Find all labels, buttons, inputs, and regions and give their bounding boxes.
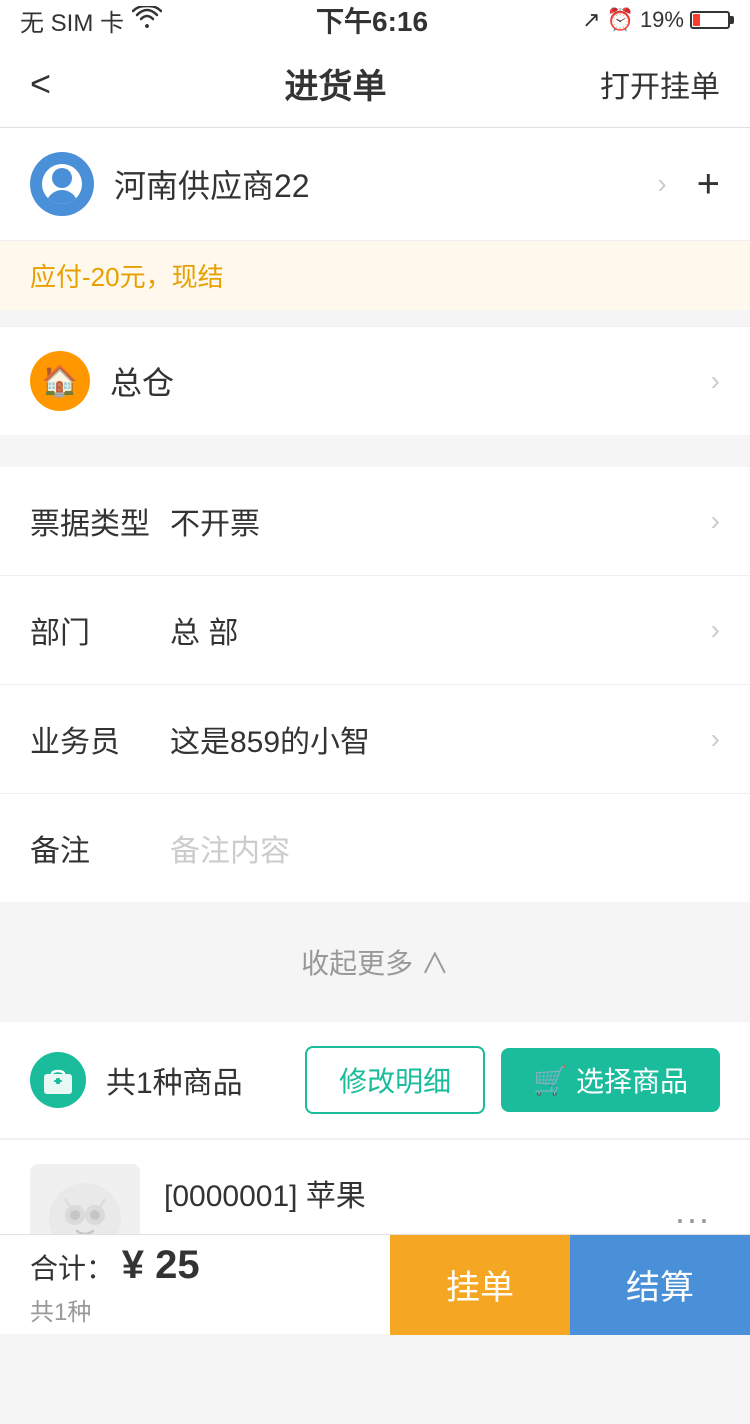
main-content: 河南供应商22 › + 应付-20元，现结 🏠 总仓 › 票据类型 不开票 › … [0,128,750,1424]
salesman-row[interactable]: 业务员 这是859的小智 › [0,685,750,794]
warehouse-chevron-icon: › [711,365,720,397]
dept-label: 部门 [30,608,170,652]
open-hang-button[interactable]: 打开挂单 [600,62,720,106]
form-section: 票据类型 不开票 › 部门 总 部 › 业务员 这是859的小智 › 备注 备注… [0,467,750,902]
warehouse-name: 总仓 [110,358,711,404]
status-bar: 无 SIM 卡 下午6:16 ↗ ⏰ 19% [0,0,750,40]
status-left: 无 SIM 卡 [20,3,162,38]
footer-total-amount: ¥ 25 [122,1243,200,1287]
collapse-button[interactable]: 收起更多 ∧ [0,918,750,1006]
footer-total-label: 合计： [30,1253,114,1284]
checkout-button[interactable]: 结算 [570,1235,750,1335]
select-products-button[interactable]: 🛒 选择商品 [501,1048,720,1112]
footer-total: 合计： ¥ 25 共1种 [0,1243,390,1327]
dept-chevron-icon: › [711,614,720,646]
dept-row[interactable]: 部门 总 部 › [0,576,750,685]
supplier-section: 河南供应商22 › + 应付-20元，现结 [0,128,750,310]
supplier-row[interactable]: 河南供应商22 › + [0,128,750,241]
carrier-label: 无 SIM 卡 [20,3,124,38]
invoice-row[interactable]: 票据类型 不开票 › [0,467,750,576]
add-supplier-button[interactable]: + [697,164,720,204]
footer: 合计： ¥ 25 共1种 挂单 结算 [0,1234,750,1334]
invoice-value: 不开票 [170,499,711,543]
footer-total-count: 共1种 [30,1292,360,1327]
products-icon [30,1052,86,1108]
supplier-chevron-icon: › [657,168,666,200]
supplier-avatar [30,152,94,216]
remark-input[interactable]: 备注内容 [170,826,720,870]
warehouse-section: 🏠 总仓 › [0,326,750,435]
warehouse-row[interactable]: 🏠 总仓 › [0,326,750,435]
edit-details-button[interactable]: 修改明细 [305,1046,485,1114]
alarm-icon: ⏰ [607,7,634,33]
invoice-label: 票据类型 [30,499,170,543]
invoice-chevron-icon: › [711,505,720,537]
wifi-icon [132,6,162,35]
salesman-value: 这是859的小智 [170,717,711,761]
location-icon: ↗ [582,7,600,33]
product-name: [0000001] 苹果 [164,1171,664,1215]
nav-bar: < 进货单 打开挂单 [0,40,750,128]
supplier-name: 河南供应商22 [114,161,657,207]
footer-total-line: 合计： ¥ 25 [30,1243,360,1288]
salesman-label: 业务员 [30,717,170,761]
back-button[interactable]: < [30,53,71,115]
status-right: ↗ ⏰ 19% [582,7,730,33]
supplier-notice: 应付-20元，现结 [0,241,750,310]
warehouse-icon: 🏠 [30,351,90,411]
remark-label: 备注 [30,826,170,870]
salesman-chevron-icon: › [711,723,720,755]
hang-button[interactable]: 挂单 [390,1235,570,1335]
remark-row[interactable]: 备注 备注内容 [0,794,750,902]
battery-icon [690,11,730,29]
page-title: 进货单 [71,59,600,108]
products-header: 共1种商品 修改明细 🛒 选择商品 [0,1022,750,1139]
dept-value: 总 部 [170,608,711,652]
cart-icon: 🛒 [533,1064,568,1097]
status-time: 下午6:16 [316,0,428,40]
products-count: 共1种商品 [106,1058,305,1102]
battery-percent: 19% [640,7,684,33]
